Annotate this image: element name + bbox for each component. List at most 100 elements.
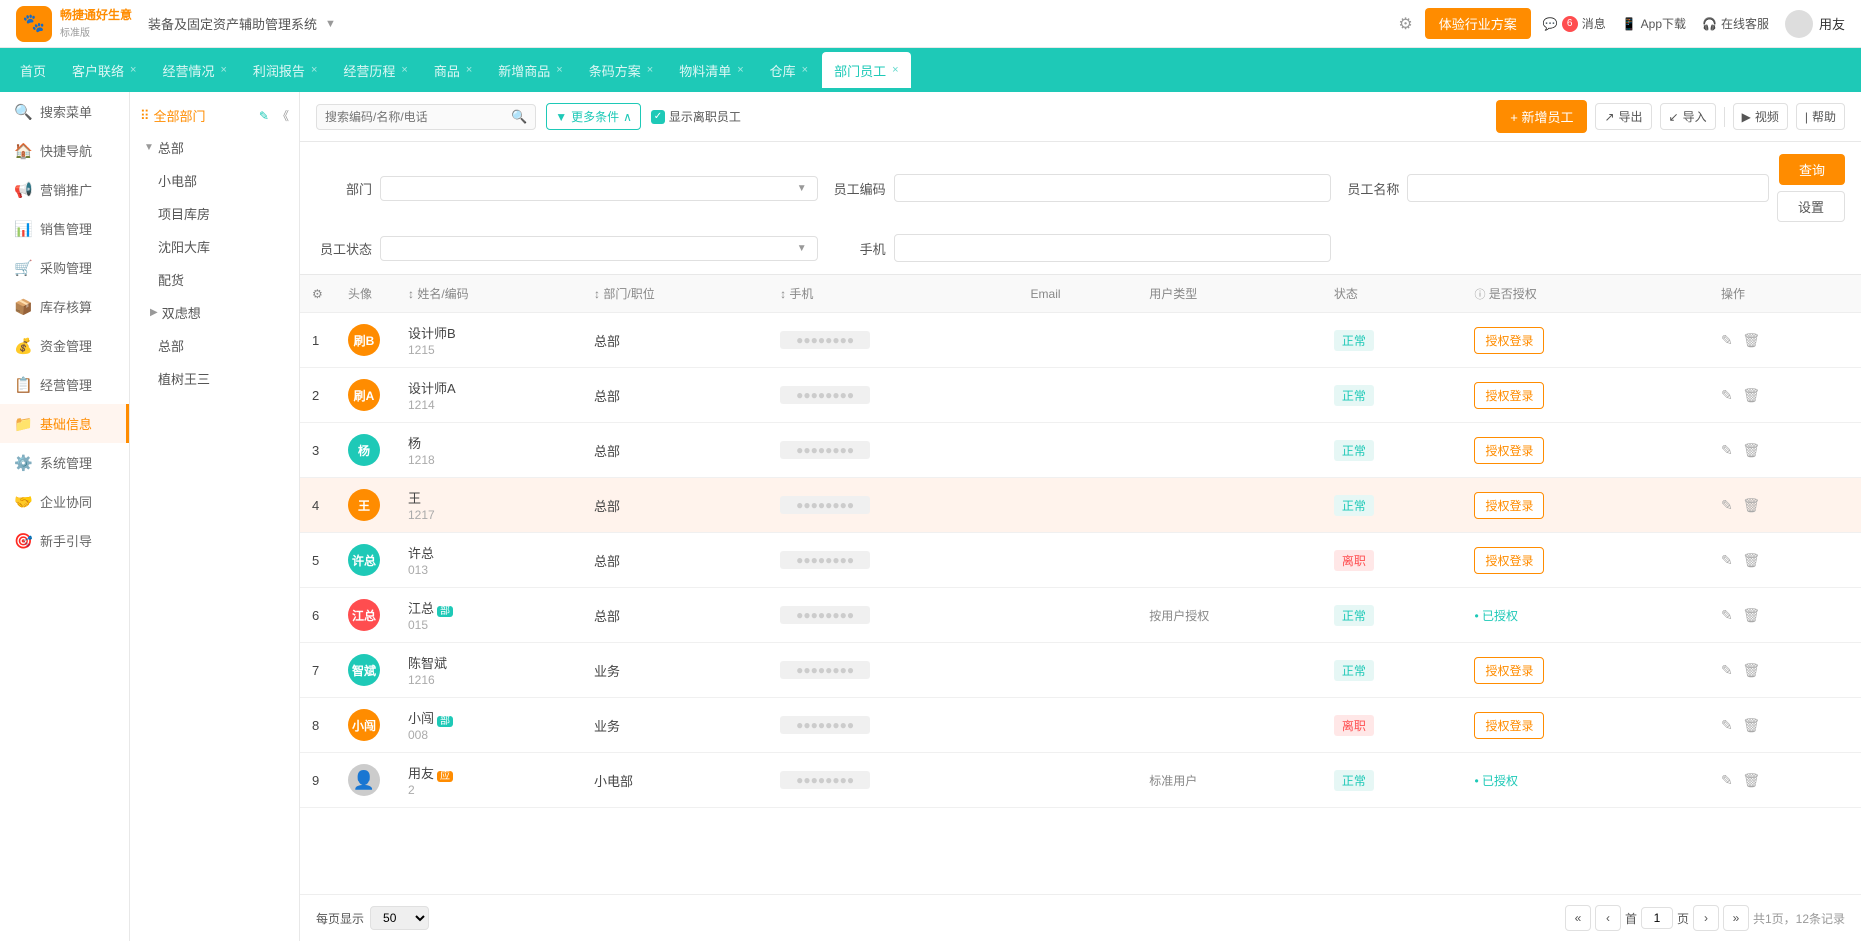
delete-btn[interactable]: 🗑: [1742, 662, 1760, 678]
help-btn[interactable]: | 帮助: [1796, 103, 1845, 130]
filter-btn[interactable]: ▼ 更多条件 ∧: [546, 103, 641, 130]
experience-btn[interactable]: 体验行业方案: [1425, 8, 1531, 39]
dept-all[interactable]: ⠿ 全部部门 ✎ 《: [130, 100, 299, 131]
user-avatar: [1785, 10, 1813, 38]
nav-basic-info[interactable]: 📁 基础信息: [0, 404, 129, 443]
row-status: 正常: [1322, 588, 1463, 643]
last-page-btn[interactable]: »: [1723, 905, 1749, 931]
delete-btn[interactable]: 🗑: [1742, 442, 1760, 458]
nav-search[interactable]: 🔍 搜索菜单: [0, 92, 129, 131]
dept-zhishu[interactable]: 植树王三: [130, 362, 299, 395]
search-input[interactable]: [325, 110, 505, 124]
row-dept: 总部: [582, 588, 768, 643]
phone-input[interactable]: [894, 234, 1332, 262]
row-avatar: 刷A: [336, 368, 396, 423]
dept-xiaodianbu[interactable]: 小电部: [130, 164, 299, 197]
tab-home[interactable]: 首页: [8, 52, 58, 88]
delete-btn[interactable]: 🗑: [1742, 387, 1760, 403]
online-service-btn[interactable]: 🎧 在线客服: [1702, 15, 1769, 32]
view-btn[interactable]: ▶ 视频: [1733, 103, 1788, 130]
delete-btn[interactable]: 🗑: [1742, 552, 1760, 568]
dept-shenyang[interactable]: 沈阳大库: [130, 230, 299, 263]
app-download-btn[interactable]: 📱 App下载: [1622, 15, 1686, 32]
dept-xiangmu[interactable]: 项目库房: [130, 197, 299, 230]
tab-profit[interactable]: 利润报告 ×: [241, 52, 329, 88]
dept-zongbu2[interactable]: 总部: [130, 329, 299, 362]
msg-btn[interactable]: 💬 6 消息: [1543, 15, 1606, 32]
tab-barcode[interactable]: 条码方案 ×: [577, 52, 665, 88]
edit-btn[interactable]: ✎: [1721, 332, 1733, 348]
tab-bom[interactable]: 物料清单 ×: [667, 52, 755, 88]
auth-login-btn[interactable]: 授权登录: [1474, 547, 1544, 574]
auth-login-btn[interactable]: 授权登录: [1474, 492, 1544, 519]
nav-marketing[interactable]: 📢 营销推广: [0, 170, 129, 209]
delete-btn[interactable]: 🗑: [1742, 332, 1760, 348]
dept-peihuo[interactable]: 配货: [130, 263, 299, 296]
edit-btn[interactable]: ✎: [1721, 552, 1733, 568]
dept-collapse-icon[interactable]: 《: [277, 107, 289, 124]
delete-btn[interactable]: 🗑: [1742, 772, 1760, 788]
nav-finance[interactable]: 💰 资金管理: [0, 326, 129, 365]
nav-inventory[interactable]: 📦 库存核算: [0, 287, 129, 326]
toolbar-right: + 新增员工 ↗ 导出 ↙ 导入 ▶ 视频 |: [1496, 100, 1845, 133]
edit-btn[interactable]: ✎: [1721, 662, 1733, 678]
tab-customer[interactable]: 客户联络 ×: [60, 52, 148, 88]
dept-shuanglvxiang[interactable]: ▶ 双虑想: [130, 296, 299, 329]
import-btn[interactable]: ↙ 导入: [1660, 103, 1716, 130]
tab-employees[interactable]: 部门员工 ×: [822, 52, 910, 88]
edit-btn[interactable]: ✎: [1721, 442, 1733, 458]
delete-btn[interactable]: 🗑: [1742, 607, 1760, 623]
edit-btn[interactable]: ✎: [1721, 387, 1733, 403]
system-title-chevron[interactable]: ▼: [325, 18, 336, 30]
next-page-btn[interactable]: ›: [1693, 905, 1719, 931]
nav-system[interactable]: ⚙️ 系统管理: [0, 443, 129, 482]
nav-operations[interactable]: 📋 经营管理: [0, 365, 129, 404]
employee-name-input[interactable]: [1407, 174, 1769, 202]
employee-code-input[interactable]: [894, 174, 1332, 202]
prev-page-btn[interactable]: ‹: [1595, 905, 1621, 931]
edit-btn[interactable]: ✎: [1721, 717, 1733, 733]
page-input[interactable]: [1641, 907, 1673, 929]
row-name: 用友应 2: [396, 753, 582, 808]
row-avatar: 江总: [336, 588, 396, 643]
auth-login-btn[interactable]: 授权登录: [1474, 382, 1544, 409]
col-phone[interactable]: ↕ 手机: [768, 275, 1018, 313]
avatar: 许总: [348, 544, 380, 576]
delete-btn[interactable]: 🗑: [1742, 717, 1760, 733]
tab-goods[interactable]: 商品 ×: [422, 52, 484, 88]
page-size-select[interactable]: 50 20 100: [370, 906, 429, 930]
nav-sales[interactable]: 📊 销售管理: [0, 209, 129, 248]
auth-login-btn[interactable]: 授权登录: [1474, 657, 1544, 684]
col-settings[interactable]: ⚙: [300, 275, 336, 313]
tab-history[interactable]: 经营历程 ×: [331, 52, 419, 88]
nav-purchase[interactable]: 🛒 采购管理: [0, 248, 129, 287]
tab-operation[interactable]: 经营情况 ×: [150, 52, 238, 88]
gear-icon[interactable]: ⚙: [1398, 14, 1412, 34]
export-btn[interactable]: ↗ 导出: [1595, 103, 1651, 130]
dept-edit-icon[interactable]: ✎: [259, 109, 269, 123]
status-select[interactable]: ▼: [380, 236, 818, 261]
col-name[interactable]: ↕ 姓名/编码: [396, 275, 582, 313]
reset-btn[interactable]: 设置: [1777, 191, 1845, 222]
edit-btn[interactable]: ✎: [1721, 607, 1733, 623]
col-dept[interactable]: ↕ 部门/职位: [582, 275, 768, 313]
user-area[interactable]: 用友: [1785, 10, 1845, 38]
auth-login-btn[interactable]: 授权登录: [1474, 712, 1544, 739]
auth-login-btn[interactable]: 授权登录: [1474, 437, 1544, 464]
avatar: 智斌: [348, 654, 380, 686]
auth-login-btn[interactable]: 授权登录: [1474, 327, 1544, 354]
first-page-btn[interactable]: «: [1565, 905, 1591, 931]
add-employee-btn[interactable]: + 新增员工: [1496, 100, 1587, 133]
tab-warehouse[interactable]: 仓库 ×: [758, 52, 820, 88]
dept-parent-zongbu[interactable]: ▼ 总部: [130, 131, 299, 164]
edit-btn[interactable]: ✎: [1721, 772, 1733, 788]
edit-btn[interactable]: ✎: [1721, 497, 1733, 513]
show-resigned-toggle[interactable]: ✓ 显示离职员工: [651, 108, 741, 125]
nav-collab[interactable]: 🤝 企业协同: [0, 482, 129, 521]
tab-add-goods[interactable]: 新增商品 ×: [486, 52, 574, 88]
nav-guide[interactable]: 🎯 新手引导: [0, 521, 129, 560]
dept-select[interactable]: ▼: [380, 176, 818, 201]
query-btn[interactable]: 查询: [1779, 154, 1845, 185]
delete-btn[interactable]: 🗑: [1742, 497, 1760, 513]
nav-shortcuts[interactable]: 🏠 快捷导航: [0, 131, 129, 170]
